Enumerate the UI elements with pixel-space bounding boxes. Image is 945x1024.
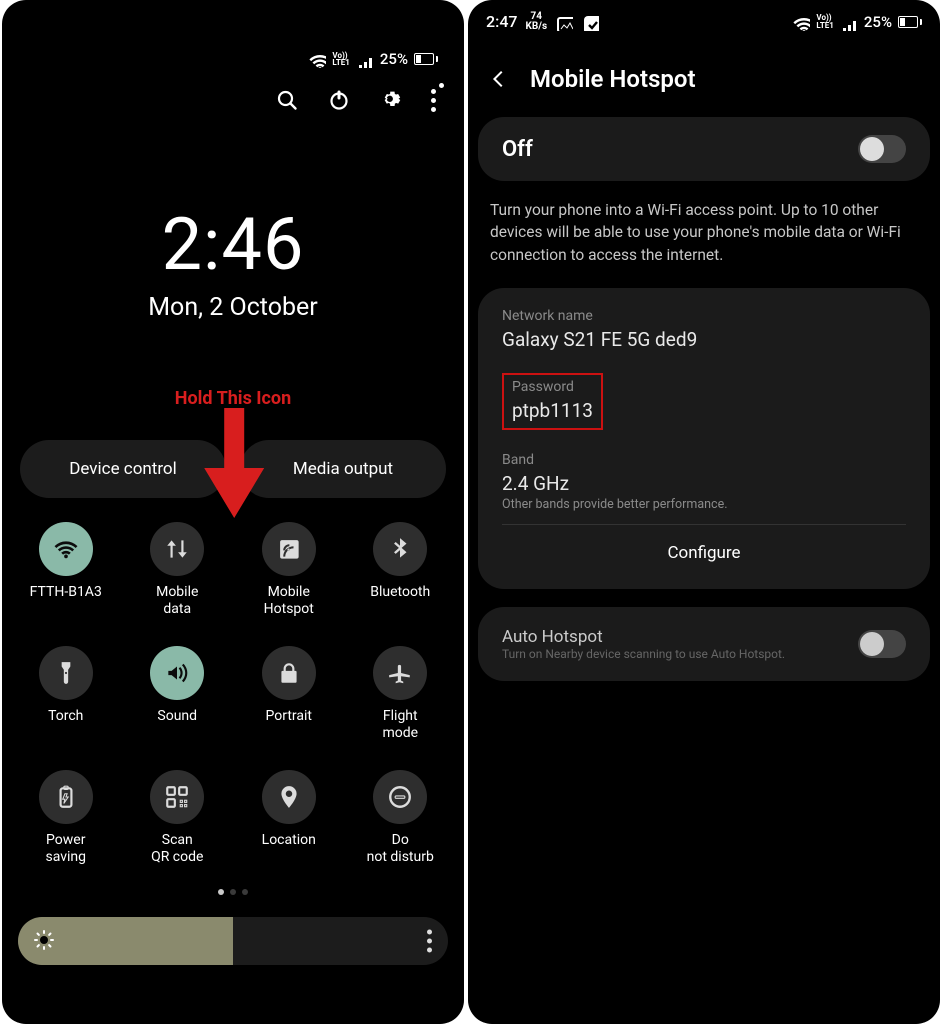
hotspot-settings-screen: 2:47 74KB/s Vo))LTE1 25% Mobile Hotspot … xyxy=(468,0,940,1024)
wifi-icon[interactable] xyxy=(39,522,93,576)
qs-tile-power-saving[interactable]: Powersaving xyxy=(10,770,122,866)
qs-tile-dnd[interactable]: Donot disturb xyxy=(345,770,457,866)
qr-icon[interactable] xyxy=(150,770,204,824)
network-speed: 74KB/s xyxy=(526,12,548,31)
qs-tile-flight[interactable]: Flightmode xyxy=(345,646,457,742)
hotspot-icon[interactable] xyxy=(262,522,316,576)
qs-tile-label: Portrait xyxy=(266,708,312,742)
media-output-button[interactable]: Media output xyxy=(240,440,446,498)
location-icon[interactable] xyxy=(262,770,316,824)
qs-tile-label: Mobiledata xyxy=(156,584,198,618)
qs-tile-label: MobileHotspot xyxy=(264,584,314,618)
page-indicator xyxy=(2,880,464,899)
power-icon[interactable] xyxy=(327,88,351,112)
auto-hotspot-row[interactable]: Auto Hotspot Turn on Nearby device scann… xyxy=(478,607,930,681)
qs-tile-location[interactable]: Location xyxy=(233,770,345,866)
quick-settings-grid: FTTH-B1A3 Mobiledata MobileHotspot Bluetoot… xyxy=(2,498,464,866)
checkbox-icon xyxy=(581,13,599,31)
auto-hotspot-sub: Turn on Nearby device scanning to use Au… xyxy=(502,647,844,661)
qs-tile-label: FTTH-B1A3 xyxy=(30,584,102,618)
mobile-data-icon[interactable] xyxy=(150,522,204,576)
settings-gear-icon[interactable] xyxy=(379,88,403,112)
qs-tile-label: Sound xyxy=(157,708,197,742)
qs-tile-label: ScanQR code xyxy=(151,832,203,866)
password-field[interactable]: Password ptpb1113 xyxy=(502,373,906,430)
hotspot-state: Off xyxy=(502,137,533,162)
signal-icon xyxy=(356,50,374,68)
qs-tile-label: Torch xyxy=(48,708,83,742)
qs-tile-sound[interactable]: Sound xyxy=(122,646,234,742)
battery-icon xyxy=(898,16,922,28)
flight-icon[interactable] xyxy=(373,646,427,700)
portrait-icon[interactable] xyxy=(262,646,316,700)
hotspot-toggle-row[interactable]: Off xyxy=(478,117,930,181)
auto-hotspot-title: Auto Hotspot xyxy=(502,627,844,647)
qs-tile-torch[interactable]: Torch xyxy=(10,646,122,742)
device-control-button[interactable]: Device control xyxy=(20,440,226,498)
signal-icon xyxy=(840,13,858,31)
qs-tile-mobile-data[interactable]: Mobiledata xyxy=(122,522,234,618)
qs-tile-label: Powersaving xyxy=(45,832,86,866)
qs-tile-bluetooth[interactable]: Bluetooth xyxy=(345,522,457,618)
search-icon[interactable] xyxy=(275,88,299,112)
status-bar: 2:47 74KB/s Vo))LTE1 25% xyxy=(468,0,940,37)
annotation-label: Hold This Icon xyxy=(2,388,464,409)
brightness-slider[interactable] xyxy=(18,917,448,965)
band-field[interactable]: Band 2.4 GHz Other bands provide better … xyxy=(502,452,906,512)
volte-indicator: Vo))LTE1 xyxy=(332,52,350,66)
wifi-status-icon xyxy=(792,13,810,31)
torch-icon[interactable] xyxy=(39,646,93,700)
clock: 2:46 Mon, 2 October xyxy=(2,202,464,322)
sound-icon[interactable] xyxy=(150,646,204,700)
battery-icon xyxy=(414,53,438,65)
qs-tile-label: Donot disturb xyxy=(367,832,434,866)
status-time: 2:47 xyxy=(486,12,518,31)
dnd-icon[interactable] xyxy=(373,770,427,824)
date-text: Mon, 2 October xyxy=(2,293,464,322)
screenshot-icon xyxy=(555,13,573,31)
qs-tile-label: Flightmode xyxy=(382,708,418,742)
qs-tile-qr[interactable]: ScanQR code xyxy=(122,770,234,866)
wifi-status-icon xyxy=(308,50,326,68)
qs-tile-portrait[interactable]: Portrait xyxy=(233,646,345,742)
notification-dot xyxy=(439,83,444,88)
configure-button[interactable]: Configure xyxy=(502,525,906,569)
time-text: 2:46 xyxy=(2,202,464,287)
qs-tile-wifi[interactable]: FTTH-B1A3 xyxy=(10,522,122,618)
auto-hotspot-toggle[interactable] xyxy=(858,630,906,658)
power-saving-icon[interactable] xyxy=(39,770,93,824)
overflow-menu-icon[interactable] xyxy=(431,89,436,112)
volte-indicator: Vo))LTE1 xyxy=(816,14,834,28)
battery-percent: 25% xyxy=(864,13,892,31)
hotspot-description: Turn your phone into a Wi-Fi access poin… xyxy=(468,199,940,288)
qs-tile-hotspot[interactable]: MobileHotspot xyxy=(233,522,345,618)
hotspot-toggle[interactable] xyxy=(858,135,906,163)
hotspot-config-card: Network name Galaxy S21 FE 5G ded9 Passw… xyxy=(478,288,930,589)
back-icon[interactable] xyxy=(488,68,510,90)
panel-toolbar xyxy=(2,74,464,112)
page-title: Mobile Hotspot xyxy=(530,65,696,93)
battery-percent: 25% xyxy=(380,50,408,68)
network-name-field[interactable]: Network name Galaxy S21 FE 5G ded9 xyxy=(502,308,906,351)
brightness-menu-icon[interactable] xyxy=(427,930,432,953)
bluetooth-icon[interactable] xyxy=(373,522,427,576)
quick-settings-panel: Vo))LTE1 25% 2:46 Mon, 2 October Hold Th… xyxy=(2,0,464,1024)
brightness-icon xyxy=(32,928,54,954)
annotation-arrow xyxy=(204,408,264,522)
status-bar: Vo))LTE1 25% xyxy=(2,0,464,74)
password-highlight: Password ptpb1113 xyxy=(502,373,603,430)
qs-tile-label: Location xyxy=(262,832,316,866)
qs-tile-label: Bluetooth xyxy=(370,584,430,618)
